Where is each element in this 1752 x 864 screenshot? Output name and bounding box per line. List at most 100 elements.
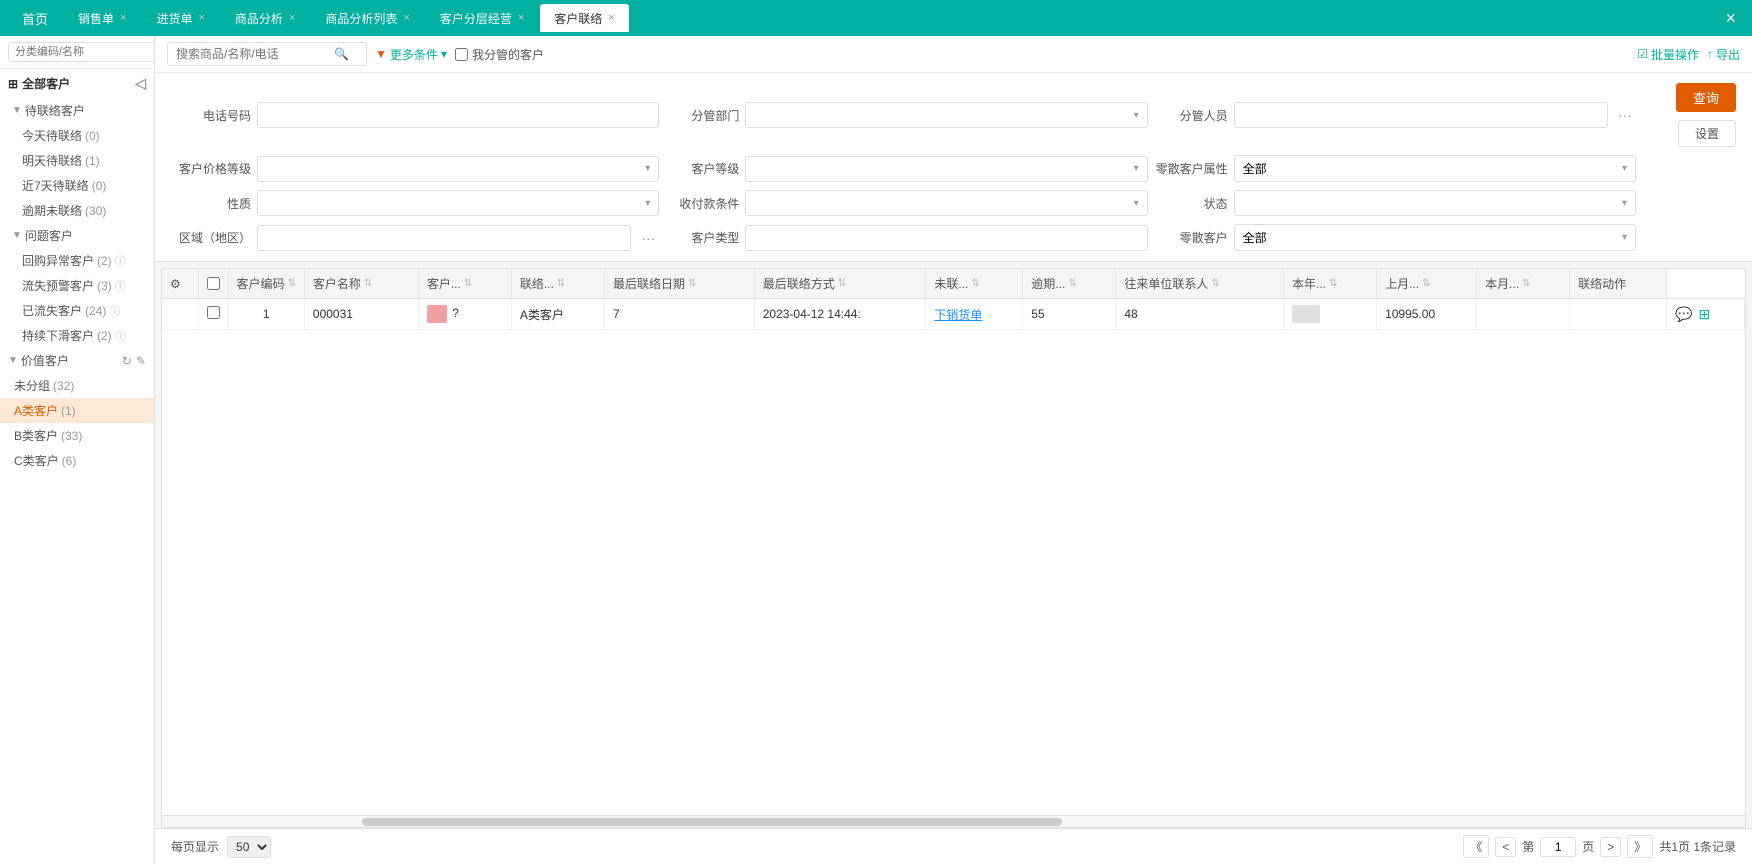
sidebar-item-unclassified[interactable]: 未分组 (32)	[0, 373, 154, 398]
th-last-contact-method-sort-icon[interactable]: ⇅	[838, 278, 846, 289]
sidebar-search-input[interactable]	[8, 42, 155, 62]
more-filter-label: 更多条件	[390, 46, 438, 63]
th-name: 客户名称 ⇅	[304, 269, 418, 299]
last-page-button[interactable]: 》	[1627, 835, 1653, 858]
page-size-select[interactable]: 50	[227, 836, 271, 858]
filter-search-input[interactable]	[168, 43, 328, 65]
pay-cond-dropdown[interactable]: ▾	[745, 190, 1147, 216]
nav-tab-analysis[interactable]: 商品分析 ×	[221, 4, 309, 32]
close-all-button[interactable]: ×	[1717, 8, 1744, 29]
qr-action-icon[interactable]: ⊞	[1699, 306, 1711, 323]
sidebar-item-tomorrow-contact[interactable]: 明天待联络 (1)	[0, 148, 154, 173]
today-contact-label: 今天待联络	[22, 127, 82, 144]
next-page-button[interactable]: >	[1600, 837, 1621, 857]
cust-grade-dropdown[interactable]: ▾	[745, 156, 1147, 182]
th-last-month-sort-icon[interactable]: ⇅	[1422, 278, 1430, 289]
sidebar-item-7day-contact[interactable]: 近7天待联络 (0)	[0, 173, 154, 198]
value-customers-group[interactable]: ▼ 价值客户 ↻ ✎	[0, 348, 154, 373]
th-last-contact-date-sort-icon[interactable]: ⇅	[688, 278, 696, 289]
nav-tab-cust-contact-close[interactable]: ×	[608, 12, 614, 24]
row-checkbox[interactable]	[207, 306, 220, 319]
th-overdue-sort-icon[interactable]: ⇅	[1068, 278, 1076, 289]
advanced-filter-panel: 电话号码 分管部门 ▾ 分管人员 ··· 查询	[155, 73, 1752, 262]
nav-tab-analysis-close[interactable]: ×	[289, 12, 295, 24]
th-contact-count: 联络... ⇅	[511, 269, 604, 299]
sidebar-item-overdue-contact[interactable]: 逾期未联络 (30)	[0, 198, 154, 223]
retail-cust-dropdown[interactable]: 全部 ▾	[1234, 224, 1636, 251]
staff-dots[interactable]: ···	[1618, 107, 1632, 123]
more-filter-button[interactable]: ▼ 更多条件 ▾	[375, 46, 447, 63]
th-settings[interactable]: ⚙	[162, 269, 198, 299]
collapse-icon[interactable]: ◁	[135, 75, 146, 92]
message-action-icon[interactable]: 💬	[1675, 306, 1692, 323]
prev-page-button[interactable]: <	[1495, 837, 1516, 857]
scrollbar-thumb[interactable]	[362, 818, 1062, 826]
my-customer-check[interactable]: 我分管的客户	[455, 46, 544, 63]
price-grade-dropdown[interactable]: ▾	[257, 156, 659, 182]
nav-tab-cust-segment[interactable]: 客户分层经营 ×	[426, 4, 538, 32]
row-last-month	[1477, 299, 1570, 330]
th-checkbox[interactable]	[198, 269, 228, 299]
nav-tab-sales-close[interactable]: ×	[120, 12, 126, 24]
sidebar-item-class-b[interactable]: B类客户 (33)	[0, 423, 154, 448]
sidebar-item-churn-warning[interactable]: 流失预警客户 (3) ⓘ	[0, 273, 154, 298]
filter-search-icon[interactable]: 🔍	[328, 43, 355, 65]
settings-button[interactable]: 设置	[1678, 120, 1736, 147]
th-overdue: 逾期... ⇅	[1023, 269, 1116, 299]
pending-contact-group[interactable]: ▼ 待联络客户	[0, 98, 154, 123]
nav-tab-cust-contact[interactable]: 客户联络 ×	[540, 4, 628, 32]
row-last-contact-method-value[interactable]: 下销货单	[934, 308, 982, 322]
th-code-sort-icon[interactable]: ⇅	[288, 278, 296, 289]
sidebar-search-area: 🔍	[0, 36, 154, 69]
nav-tab-cust-segment-close[interactable]: ×	[518, 12, 524, 24]
batch-op-button[interactable]: ☑ 批量操作	[1637, 46, 1699, 63]
page-input[interactable]	[1540, 837, 1576, 857]
total-label: 共1页 1条记录	[1659, 838, 1736, 855]
nav-tab-analysis-list-close[interactable]: ×	[403, 12, 409, 24]
dept-dropdown[interactable]: ▾	[745, 102, 1147, 128]
th-contact-count-sort-icon[interactable]: ⇅	[557, 278, 565, 289]
th-no-contact-sort-icon[interactable]: ⇅	[971, 278, 979, 289]
nature-dropdown[interactable]: ▾	[257, 190, 659, 216]
class-c-count: (6)	[62, 454, 77, 468]
query-button[interactable]: 查询	[1676, 83, 1736, 112]
staff-input[interactable]	[1234, 102, 1608, 128]
nav-tab-analysis-list[interactable]: 商品分析列表 ×	[311, 4, 423, 32]
select-all-checkbox[interactable]	[207, 277, 220, 290]
th-unit-contact-sort-icon[interactable]: ⇅	[1211, 278, 1219, 289]
row-last-contact-date-value: 2023-04-12 14:44:	[763, 307, 861, 321]
nav-tab-sales[interactable]: 销售单 ×	[64, 4, 140, 32]
sidebar-item-class-a[interactable]: A类客户 (1)	[0, 398, 154, 423]
problem-customers-group[interactable]: ▼ 问题客户	[0, 223, 154, 248]
all-customers-header[interactable]: ⊞ 全部客户 ◁	[0, 69, 154, 98]
phone-input[interactable]	[257, 102, 659, 128]
sidebar-item-declining[interactable]: 持续下滑客户 (2) ⓘ	[0, 323, 154, 348]
sidebar-item-churned[interactable]: 已流失客户 (24) ⓘ	[0, 298, 154, 323]
sidebar-item-repurchase-abnormal[interactable]: 回购异常客户 (2) ⓘ	[0, 248, 154, 273]
th-this-year-sort-icon[interactable]: ⇅	[1329, 278, 1337, 289]
th-last-contact-date-label: 最后联络日期	[613, 275, 685, 292]
edit-icon[interactable]: ✎	[136, 354, 146, 368]
refresh-icon[interactable]: ↻	[122, 354, 132, 368]
my-customer-label: 我分管的客户	[472, 46, 544, 63]
nav-home[interactable]: 首页	[8, 4, 62, 32]
region-input[interactable]	[257, 225, 631, 251]
row-check-col[interactable]	[198, 299, 228, 330]
region-dots[interactable]: ···	[641, 230, 655, 246]
nav-tab-purchase[interactable]: 进货单 ×	[142, 4, 218, 32]
cust-type-input[interactable]	[745, 225, 1147, 251]
th-cust-type-sort-icon[interactable]: ⇅	[464, 278, 472, 289]
my-customer-checkbox[interactable]	[455, 48, 468, 61]
th-this-month-label: 本月...	[1485, 275, 1519, 292]
export-button[interactable]: ↑ 导出	[1707, 46, 1740, 63]
horizontal-scrollbar[interactable]	[162, 815, 1745, 827]
th-this-month-sort-icon[interactable]: ⇅	[1522, 278, 1530, 289]
th-name-sort-icon[interactable]: ⇅	[364, 278, 372, 289]
staff-label: 分管人员	[1148, 107, 1228, 124]
sidebar-item-today-contact[interactable]: 今天待联络 (0)	[0, 123, 154, 148]
first-page-button[interactable]: 《	[1463, 835, 1489, 858]
retail-attr-dropdown[interactable]: 全部 ▾	[1234, 155, 1636, 182]
nav-tab-purchase-close[interactable]: ×	[198, 12, 204, 24]
status-dropdown[interactable]: ▾	[1234, 190, 1636, 216]
sidebar-item-class-c[interactable]: C类客户 (6)	[0, 448, 154, 473]
